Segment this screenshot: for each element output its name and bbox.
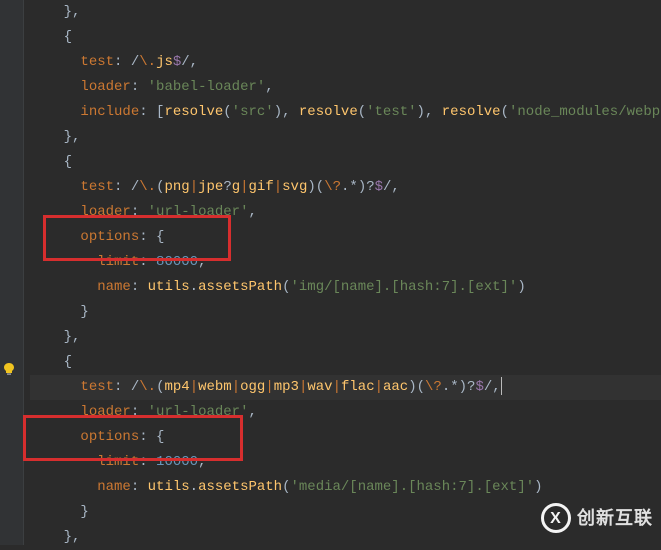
code-line[interactable]: test: /\.(png|jpe?g|gif|svg)(\?.*)?$/, — [30, 175, 661, 200]
code-line[interactable]: limit: 10000, — [30, 450, 661, 475]
code-line[interactable]: } — [30, 300, 661, 325]
code-line[interactable]: loader: 'babel-loader', — [30, 75, 661, 100]
code-editor[interactable]: }, { test: /\.js$/, loader: 'babel-loade… — [24, 0, 661, 550]
code-line[interactable]: include: [resolve('src'), resolve('test'… — [30, 100, 661, 125]
code-line[interactable]: test: /\.(mp4|webm|ogg|mp3|wav|flac|aac)… — [30, 375, 661, 400]
code-line[interactable]: }, — [30, 0, 661, 25]
code-line[interactable]: { — [30, 25, 661, 50]
code-line[interactable]: limit: 80000, — [30, 250, 661, 275]
code-line[interactable]: }, — [30, 125, 661, 150]
text-caret — [501, 377, 502, 395]
code-line[interactable]: options: { — [30, 225, 661, 250]
watermark-text: 创新互联 — [577, 506, 653, 531]
code-line[interactable]: loader: 'url-loader', — [30, 400, 661, 425]
code-line[interactable]: }, — [30, 325, 661, 350]
code-line[interactable]: { — [30, 150, 661, 175]
code-line[interactable]: name: utils.assetsPath('img/[name].[hash… — [30, 275, 661, 300]
watermark-logo-icon: X — [541, 503, 571, 533]
code-line[interactable]: name: utils.assetsPath('media/[name].[ha… — [30, 475, 661, 500]
code-line[interactable]: options: { — [30, 425, 661, 450]
code-line[interactable]: { — [30, 350, 661, 375]
watermark: X 创新互联 — [541, 503, 653, 533]
intention-bulb-icon[interactable] — [2, 362, 16, 376]
editor-gutter — [0, 0, 24, 545]
code-line[interactable]: test: /\.js$/, — [30, 50, 661, 75]
code-line[interactable]: loader: 'url-loader', — [30, 200, 661, 225]
